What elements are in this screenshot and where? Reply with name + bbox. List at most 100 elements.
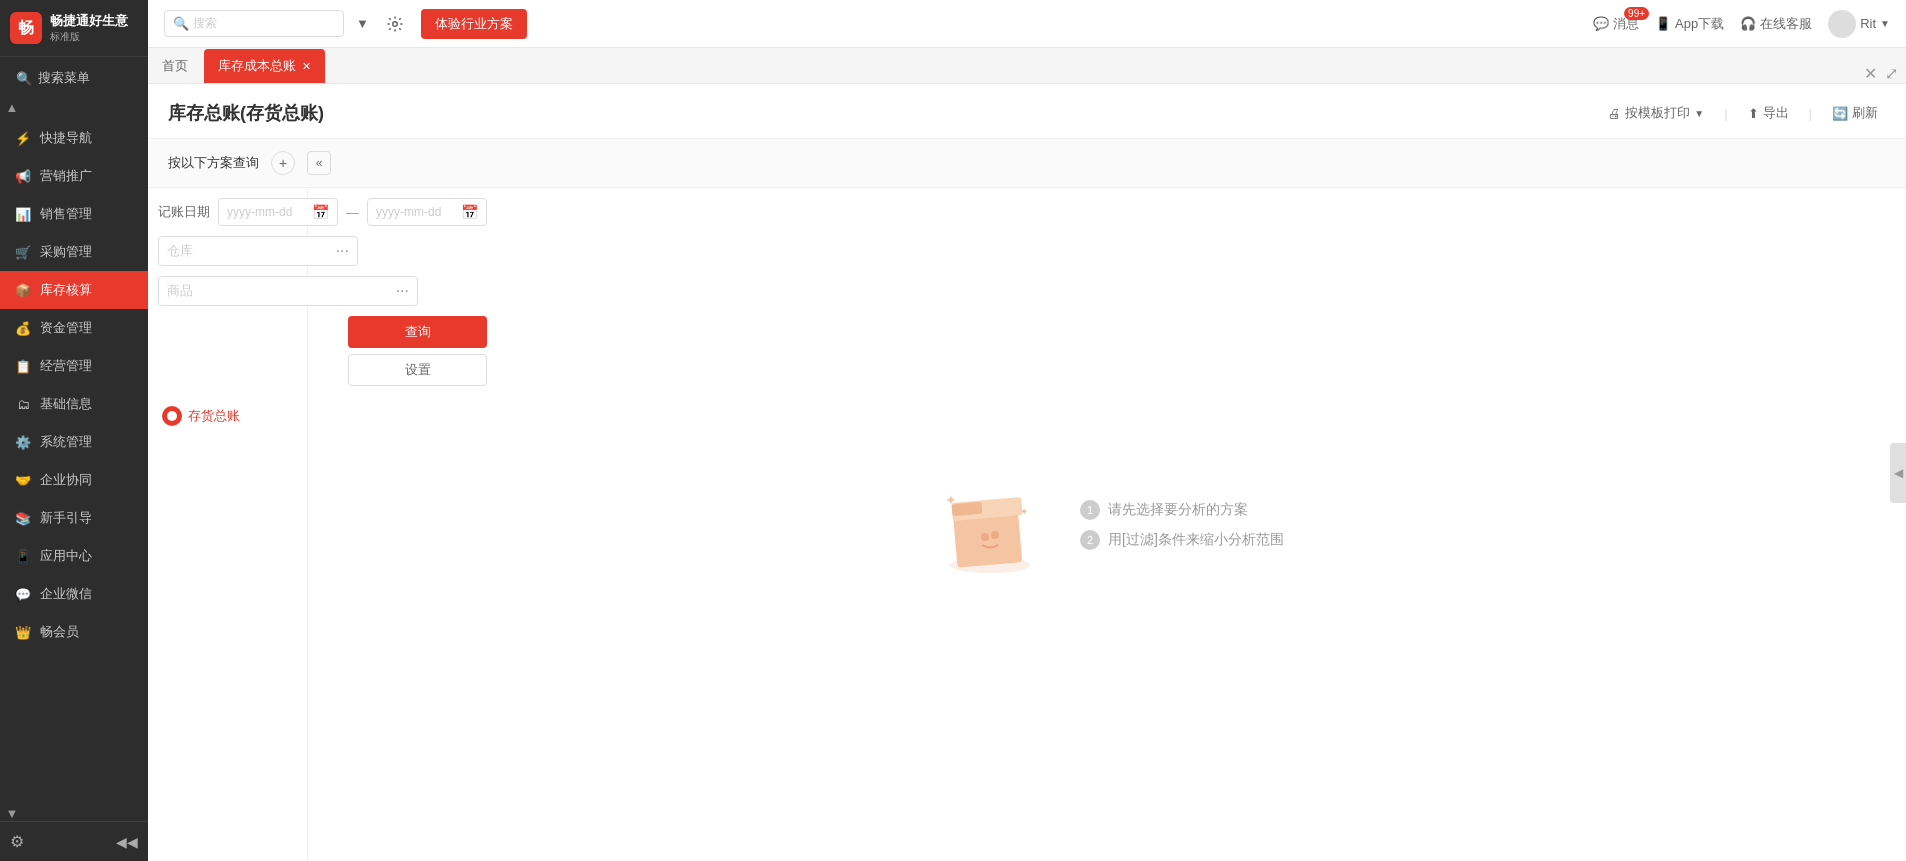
member-icon: 👑 [14, 623, 32, 641]
main-area: 🔍 搜索 ▼ 体验行业方案 💬 消息 99+ 📱 App下载 🎧 在线客服 [148, 0, 1906, 861]
print-dropdown-icon: ▼ [1694, 108, 1704, 119]
topbar-dropdown[interactable]: ▼ [356, 16, 369, 31]
industry-solution-button[interactable]: 体验行业方案 [421, 9, 527, 39]
export-button[interactable]: ⬆ 导出 [1740, 100, 1797, 126]
page-header: 库存总账(存货总账) 🖨 按模板打印 ▼ | ⬆ 导出 | 🔄 刷新 [148, 84, 1906, 139]
sidebar-item-basic[interactable]: 🗂 基础信息 [0, 385, 148, 423]
topbar-actions: 💬 消息 99+ 📱 App下载 🎧 在线客服 Rit ▼ [1593, 10, 1890, 38]
logo-sub: 标准版 [50, 30, 128, 43]
online-service-button[interactable]: 🎧 在线客服 [1740, 15, 1812, 33]
app-download-button[interactable]: 📱 App下载 [1655, 15, 1724, 33]
topbar-settings-icon[interactable] [381, 10, 409, 38]
marketing-icon: 📢 [14, 167, 32, 185]
topbar-search[interactable]: 🔍 搜索 [164, 10, 344, 37]
right-panel-toggle[interactable]: ◀ [1890, 443, 1906, 503]
sidebar-item-inventory[interactable]: 📦 库存核算 [0, 271, 148, 309]
svg-text:✦: ✦ [945, 492, 957, 508]
topbar-search-icon: 🔍 [173, 16, 189, 31]
message-icon: 💬 [1593, 16, 1609, 31]
system-icon: ⚙️ [14, 433, 32, 451]
export-icon: ⬆ [1748, 106, 1759, 121]
sidebar-item-guide[interactable]: 📚 新手引导 [0, 499, 148, 537]
tab-expand-icon[interactable]: ⤢ [1885, 64, 1898, 83]
operation-icon: 📋 [14, 357, 32, 375]
empty-hint-1: 1 请先选择要分析的方案 [1080, 500, 1284, 520]
sidebar-item-operation[interactable]: 📋 经营管理 [0, 347, 148, 385]
tab-close-icon[interactable]: ✕ [302, 60, 311, 73]
print-icon: 🖨 [1608, 106, 1621, 121]
svg-point-8 [981, 533, 989, 541]
headset-icon: 🎧 [1740, 16, 1756, 31]
hint-1-num: 1 [1080, 500, 1100, 520]
sidebar-item-quicknav[interactable]: ⚡ 快捷导航 [0, 119, 148, 157]
quicknav-icon: ⚡ [14, 129, 32, 147]
cooperation-icon: 🤝 [14, 471, 32, 489]
messages-badge: 99+ [1624, 7, 1649, 20]
chevron-down-icon: ▼ [356, 16, 369, 31]
page-header-actions: 🖨 按模板打印 ▼ | ⬆ 导出 | 🔄 刷新 [1600, 100, 1886, 126]
avatar [1828, 10, 1856, 38]
filter-bar: 按以下方案查询 + « [148, 139, 1906, 188]
sidebar-item-cooperation[interactable]: 🤝 企业协同 [0, 461, 148, 499]
logo-text: 畅捷通好生意 标准版 [50, 13, 128, 43]
search-menu-button[interactable]: 🔍 搜索菜单 [10, 65, 138, 91]
hint-2-num: 2 [1080, 530, 1100, 550]
print-template-button[interactable]: 🖨 按模板打印 ▼ [1600, 100, 1712, 126]
empty-state: ✦ ✦ 1 请先选择要分析的方案 [890, 425, 1324, 625]
scheme-item-inventory-ledger[interactable]: 存货总账 [148, 396, 307, 436]
page-content: 库存总账(存货总账) 🖨 按模板打印 ▼ | ⬆ 导出 | 🔄 刷新 [148, 84, 1906, 861]
messages-button[interactable]: 💬 消息 99+ [1593, 15, 1639, 33]
svg-point-9 [991, 531, 999, 539]
scheme-item-icon [162, 406, 182, 426]
user-avatar-button[interactable]: Rit ▼ [1828, 10, 1890, 38]
filter-add-button[interactable]: + [271, 151, 295, 175]
sidebar-item-finance[interactable]: 💰 资金管理 [0, 309, 148, 347]
filter-collapse-button[interactable]: « [307, 151, 331, 175]
sidebar: 畅 畅捷通好生意 标准版 🔍 搜索菜单 ▲ ⚡ 快捷导航 📢 营销推广 📊 销售… [0, 0, 148, 861]
filter-row: 记账日期 yyyy-mm-dd 📅 — yyyy-mm-dd 📅 [148, 188, 307, 396]
apps-icon: 📱 [14, 547, 32, 565]
filter-label: 按以下方案查询 [168, 154, 259, 172]
svg-text:✦: ✦ [1020, 506, 1028, 517]
svg-point-0 [393, 21, 398, 26]
purchase-icon: 🛒 [14, 243, 32, 261]
sidebar-item-system[interactable]: ⚙️ 系统管理 [0, 423, 148, 461]
empty-illustration: ✦ ✦ [930, 465, 1050, 585]
guide-icon: 📚 [14, 509, 32, 527]
main-empty-area: ✦ ✦ 1 请先选择要分析的方案 [308, 188, 1906, 861]
sidebar-logo: 畅 畅捷通好生意 标准版 [0, 0, 148, 57]
tab-close-all-icon[interactable]: ✕ [1864, 64, 1877, 83]
content-area: 记账日期 yyyy-mm-dd 📅 — yyyy-mm-dd 📅 [148, 188, 1906, 861]
sidebar-item-purchase[interactable]: 🛒 采购管理 [0, 233, 148, 271]
topbar: 🔍 搜索 ▼ 体验行业方案 💬 消息 99+ 📱 App下载 🎧 在线客服 [148, 0, 1906, 48]
empty-hint-2: 2 用[过滤]条件来缩小分析范围 [1080, 530, 1284, 550]
sidebar-item-apps[interactable]: 📱 应用中心 [0, 537, 148, 575]
page-title: 库存总账(存货总账) [168, 101, 324, 125]
sidebar-item-wechat[interactable]: 💬 企业微信 [0, 575, 148, 613]
scroll-up-arrow[interactable]: ▲ [0, 99, 24, 115]
sidebar-item-sales[interactable]: 📊 销售管理 [0, 195, 148, 233]
date-label: 记账日期 [158, 203, 210, 221]
user-chevron-icon: ▼ [1880, 18, 1890, 29]
footer-collapse-button[interactable]: ◀◀ [116, 834, 138, 850]
refresh-icon: 🔄 [1832, 106, 1848, 121]
sidebar-item-marketing[interactable]: 📢 营销推广 [0, 157, 148, 195]
svg-point-1 [167, 411, 177, 421]
search-icon: 🔍 [16, 71, 32, 86]
sidebar-footer: ⚙ ◀◀ [0, 821, 148, 861]
inventory-icon: 📦 [14, 281, 32, 299]
scroll-down-arrow[interactable]: ▼ [0, 805, 24, 821]
tab-home[interactable]: 首页 [148, 49, 202, 83]
footer-settings-button[interactable]: ⚙ [10, 832, 24, 851]
sales-icon: 📊 [14, 205, 32, 223]
finance-icon: 💰 [14, 319, 32, 337]
tab-bar: 首页 库存成本总账 ✕ ✕ ⤢ [148, 48, 1906, 84]
sidebar-item-member[interactable]: 👑 畅会员 [0, 613, 148, 651]
logo-main: 畅捷通好生意 [50, 13, 128, 30]
tab-inventory-cost[interactable]: 库存成本总账 ✕ [204, 49, 325, 83]
scheme-panel: 记账日期 yyyy-mm-dd 📅 — yyyy-mm-dd 📅 [148, 188, 308, 861]
tab-bar-right-controls: ✕ ⤢ [1864, 64, 1906, 83]
refresh-button[interactable]: 🔄 刷新 [1824, 100, 1886, 126]
empty-text: 1 请先选择要分析的方案 2 用[过滤]条件来缩小分析范围 [1080, 500, 1284, 550]
sidebar-search-area[interactable]: 🔍 搜索菜单 [0, 57, 148, 99]
